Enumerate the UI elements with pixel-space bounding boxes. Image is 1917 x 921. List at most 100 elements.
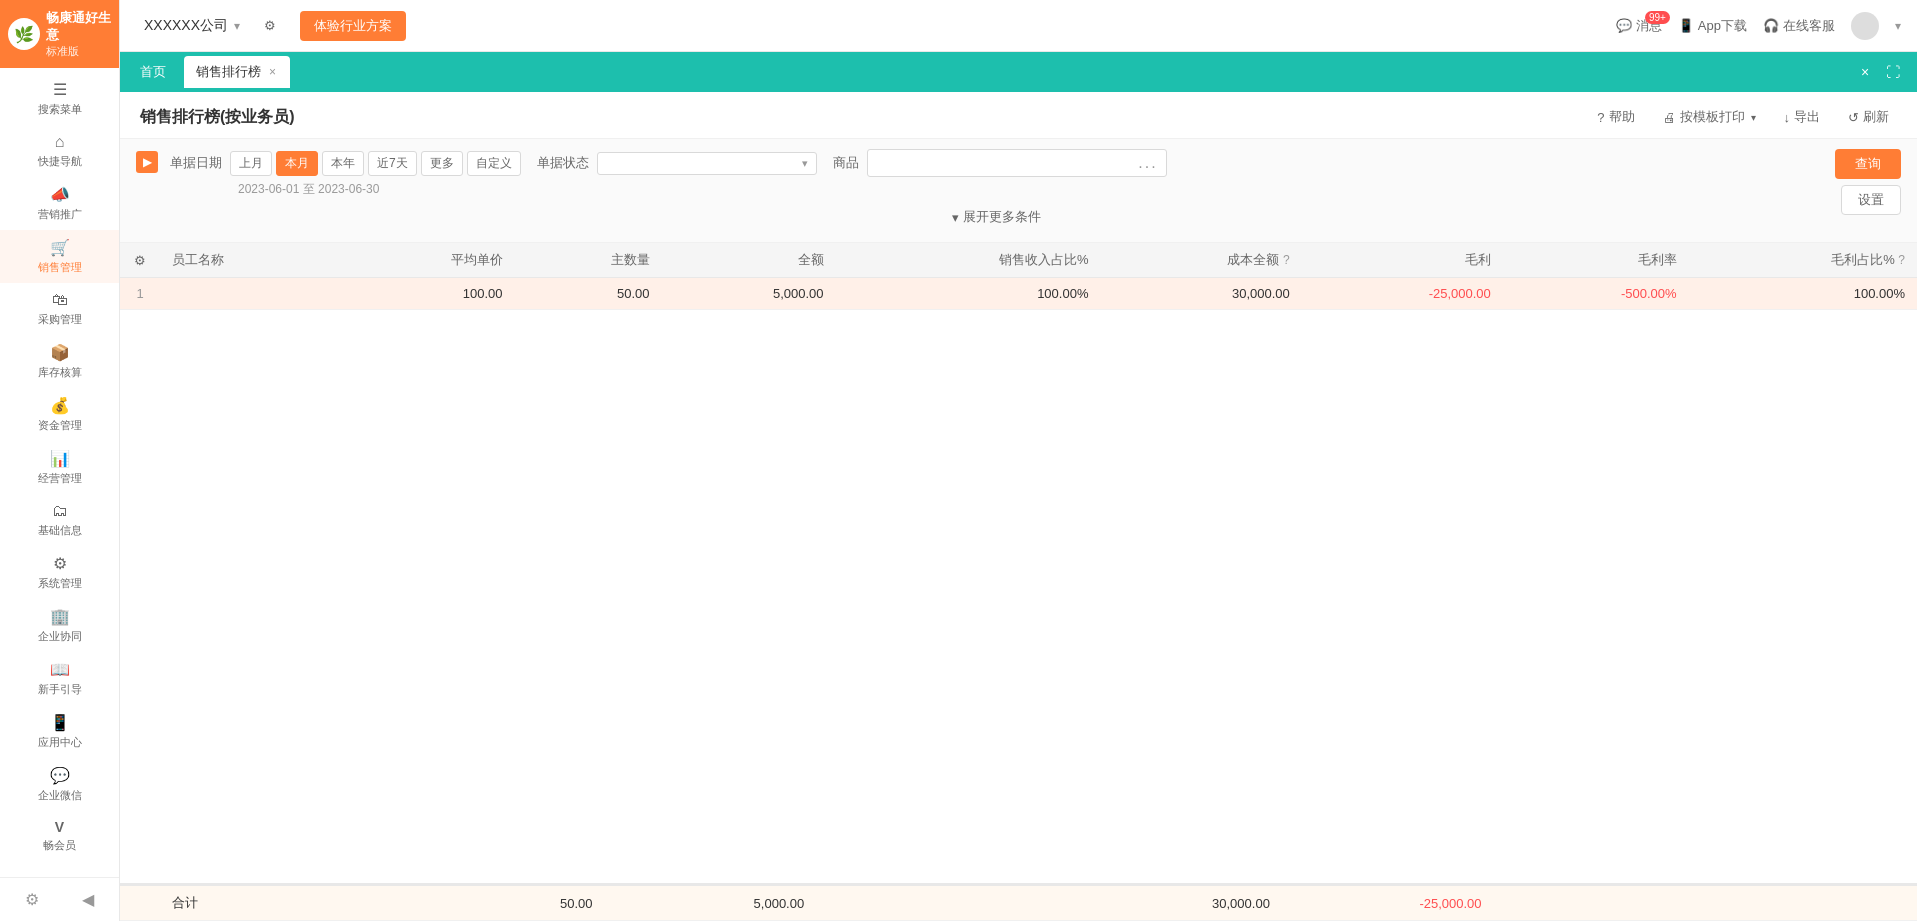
print-btn[interactable]: 🖨 按模板打印 <box>1655 104 1764 130</box>
export-icon: ↓ <box>1784 110 1791 125</box>
user-name-btn[interactable]: ▾ <box>1895 19 1901 33</box>
th-settings[interactable]: ⚙ <box>120 243 160 278</box>
total-quantity: 50.00 <box>560 896 593 911</box>
company-selector[interactable]: XXXXXX公司 ▾ <box>136 13 248 39</box>
sidebar-item-inventory[interactable]: 📦 库存核算 <box>0 335 119 388</box>
message-button[interactable]: 💬 消息 99+ <box>1616 17 1662 35</box>
top-header: XXXXXX公司 ▾ ⚙ 体验行业方案 💬 消息 99+ 📱 App下载 🎧 在… <box>120 0 1917 52</box>
app-download-btn[interactable]: 📱 App下载 <box>1678 17 1747 35</box>
inventory-icon: 📦 <box>50 343 70 362</box>
sidebar-item-shortcut[interactable]: ⌂ 快捷导航 <box>0 125 119 177</box>
settings-button[interactable]: 设置 <box>1841 185 1901 215</box>
date-btn-more[interactable]: 更多 <box>421 151 463 176</box>
appstore-label: 应用中心 <box>38 735 82 750</box>
online-service-label: 在线客服 <box>1783 17 1835 35</box>
operation-icon: 📊 <box>50 449 70 468</box>
guide-label: 新手引导 <box>38 682 82 697</box>
tab-close-window-btn[interactable]: × <box>1853 60 1877 84</box>
td-total-avg <box>266 886 435 921</box>
sidebar-item-appstore[interactable]: 📱 应用中心 <box>0 705 119 758</box>
gross-pct-help-icon[interactable]: ? <box>1898 253 1905 267</box>
sidebar-item-finance[interactable]: 💰 资金管理 <box>0 388 119 441</box>
search-menu-label: 搜索菜单 <box>38 102 82 117</box>
sidebar-item-vip[interactable]: V 畅会员 <box>0 811 119 861</box>
help-btn[interactable]: ? 帮助 <box>1589 104 1642 130</box>
goods-input[interactable]: ... <box>867 149 1167 177</box>
guide-icon: 📖 <box>50 660 70 679</box>
sidebar-collapse-btn[interactable]: ◀ <box>78 886 98 913</box>
refresh-btn[interactable]: ↺ 刷新 <box>1840 104 1897 130</box>
system-label: 系统管理 <box>38 576 82 591</box>
filter-date-group: 单据日期 上月 本月 本年 近7天 更多 自定义 <box>170 151 521 176</box>
refresh-icon: ↺ <box>1848 110 1859 125</box>
page-actions: ? 帮助 🖨 按模板打印 ↓ 导出 ↺ 刷新 <box>1589 104 1897 130</box>
goods-filter-label: 商品 <box>833 154 859 172</box>
td-gross: -25,000.00 <box>1302 278 1503 310</box>
td-total-cost: 30,000.00 <box>1070 886 1282 921</box>
td-total-label: 合计 <box>160 886 266 921</box>
filter-toggle-btn[interactable]: ▶ <box>136 151 158 173</box>
date-btn-last-month[interactable]: 上月 <box>230 151 272 176</box>
total-label: 合计 <box>172 895 198 910</box>
cost-help-icon[interactable]: ? <box>1283 253 1290 267</box>
main-area: XXXXXX公司 ▾ ⚙ 体验行业方案 💬 消息 99+ 📱 App下载 🎧 在… <box>120 0 1917 921</box>
enterprise-icon: 🏢 <box>50 607 70 626</box>
status-select[interactable]: ▾ <box>597 152 817 175</box>
td-quantity: 50.00 <box>515 278 662 310</box>
expand-more-btn[interactable]: ▾ 展开更多条件 <box>946 202 1047 232</box>
sidebar-item-basic[interactable]: 🗂 基础信息 <box>0 494 119 546</box>
finance-icon: 💰 <box>50 396 70 415</box>
date-range-text: 2023-06-01 至 2023-06-30 <box>238 182 379 196</box>
tab-fullscreen-btn[interactable]: ⛶ <box>1881 60 1905 84</box>
sidebar-item-operation[interactable]: 📊 经营管理 <box>0 441 119 494</box>
trial-button[interactable]: 体验行业方案 <box>300 11 406 41</box>
table-body: 1 100.00 50.00 5,000.00 100.00% 30,000.0… <box>120 278 1917 310</box>
sidebar-item-marketing[interactable]: 📣 营销推广 <box>0 177 119 230</box>
sidebar-item-sales[interactable]: 🛒 销售管理 <box>0 230 119 283</box>
table-footer: 合计 50.00 5,000.00 30,000.00 <box>120 883 1917 921</box>
sales-icon: 🛒 <box>50 238 70 257</box>
query-button[interactable]: 查询 <box>1835 149 1901 179</box>
th-cost-label: 成本全额 <box>1227 252 1279 267</box>
company-settings-btn[interactable]: ⚙ <box>256 12 284 40</box>
user-avatar[interactable] <box>1851 12 1879 40</box>
total-gross: -25,000.00 <box>1419 896 1481 911</box>
marketing-icon: 📣 <box>50 185 70 204</box>
date-btn-7days[interactable]: 近7天 <box>368 151 417 176</box>
td-avg-price: 100.00 <box>337 278 514 310</box>
sidebar-item-wechat[interactable]: 💬 企业微信 <box>0 758 119 811</box>
sidebar: 🌿 畅康通好生意 标准版 ☰ 搜索菜单 ⌂ 快捷导航 📣 营销推广 🛒 销售管理… <box>0 0 120 921</box>
vip-label: 畅会员 <box>43 838 76 853</box>
tab-close-icon[interactable]: × <box>267 63 278 81</box>
expand-icon: ▾ <box>952 210 959 225</box>
date-btn-this-month[interactable]: 本月 <box>276 151 318 176</box>
expand-label: 展开更多条件 <box>963 208 1041 226</box>
sidebar-item-purchase[interactable]: 🛍 采购管理 <box>0 283 119 335</box>
status-filter-label: 单据状态 <box>537 154 589 172</box>
export-btn[interactable]: ↓ 导出 <box>1776 104 1829 130</box>
sidebar-item-guide[interactable]: 📖 新手引导 <box>0 652 119 705</box>
sales-label: 销售管理 <box>38 260 82 275</box>
td-name <box>160 278 337 310</box>
column-settings-icon[interactable]: ⚙ <box>134 253 146 268</box>
sidebar-item-search[interactable]: ☰ 搜索菜单 <box>0 72 119 125</box>
tab-home[interactable]: 首页 <box>124 52 182 92</box>
date-btn-this-year[interactable]: 本年 <box>322 151 364 176</box>
th-amount-label: 全额 <box>798 252 824 267</box>
th-gross-pct-label: 毛利占比% <box>1831 252 1895 267</box>
th-name: 员工名称 <box>160 243 337 278</box>
date-range-display: 2023-06-01 至 2023-06-30 <box>170 181 1823 198</box>
date-btn-custom[interactable]: 自定义 <box>467 151 521 176</box>
th-sales-pct: 销售收入占比% <box>836 243 1101 278</box>
search-menu-icon: ☰ <box>53 80 67 99</box>
sidebar-item-enterprise[interactable]: 🏢 企业协同 <box>0 599 119 652</box>
table-header-row: ⚙ 员工名称 平均单价 主数量 全额 <box>120 243 1917 278</box>
finance-label: 资金管理 <box>38 418 82 433</box>
sidebar-settings-btn[interactable]: ⚙ <box>21 886 43 913</box>
online-service-btn[interactable]: 🎧 在线客服 <box>1763 17 1835 35</box>
sidebar-item-system[interactable]: ⚙ 系统管理 <box>0 546 119 599</box>
system-icon: ⚙ <box>53 554 67 573</box>
message-badge: 99+ <box>1645 11 1670 24</box>
table-area: ⚙ 员工名称 平均单价 主数量 全额 <box>120 243 1917 883</box>
tab-sales-ranking[interactable]: 销售排行榜 × <box>184 56 290 88</box>
